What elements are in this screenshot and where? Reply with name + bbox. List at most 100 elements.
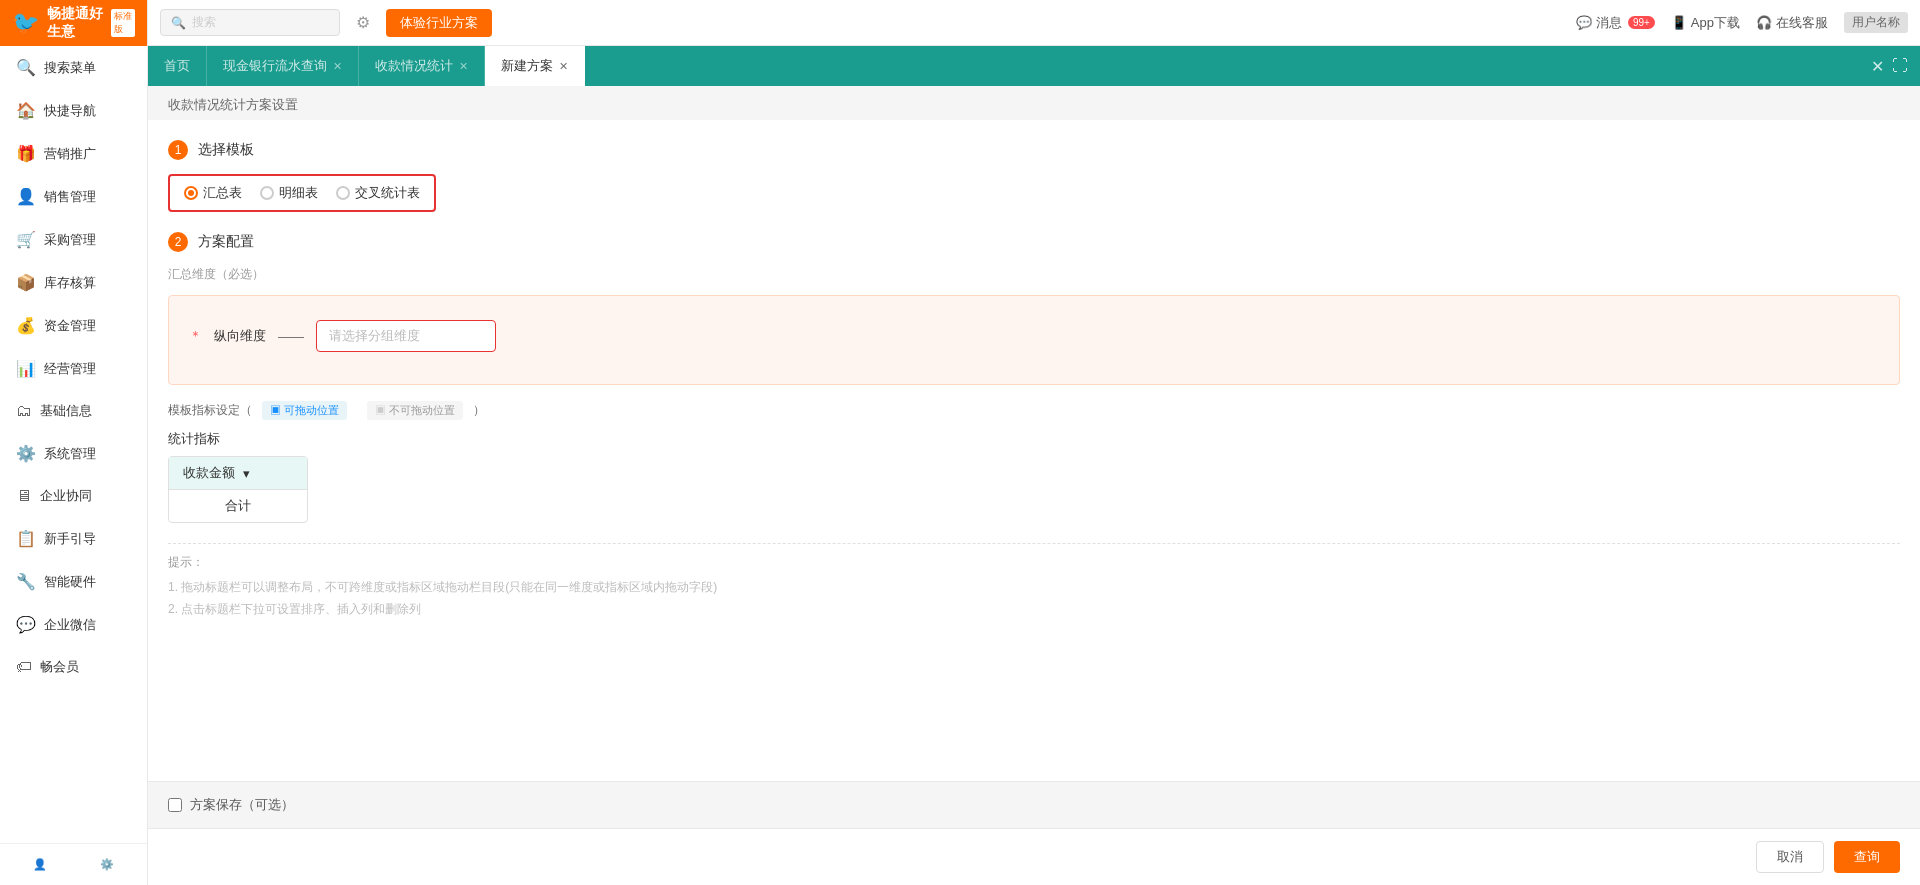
tool-icon: 🔧	[16, 572, 36, 591]
tab-cashflow-close[interactable]: ✕	[333, 60, 342, 73]
dimension-select[interactable]: 请选择分组维度	[316, 320, 496, 352]
step1-title: 选择模板	[198, 141, 254, 159]
message-btn[interactable]: 💬 消息 99+	[1576, 14, 1655, 32]
column-header-chevron[interactable]	[243, 466, 250, 481]
message-badge: 99+	[1628, 16, 1655, 29]
folder-icon: 🗂	[16, 402, 32, 420]
column-header-label: 收款金额	[183, 464, 235, 482]
user-name: 用户名称	[1852, 15, 1900, 29]
settings-icon[interactable]: ⚙	[356, 13, 370, 32]
radio-summary-circle	[184, 186, 198, 200]
stats-label: 统计指标	[168, 430, 1900, 448]
query-button[interactable]: 查询	[1834, 841, 1900, 873]
save-section: 方案保存（可选）	[148, 781, 1920, 828]
sidebar-label-basic: 基础信息	[40, 402, 92, 420]
tab-home[interactable]: 首页	[148, 46, 207, 86]
tab-new-plan-close[interactable]: ✕	[559, 60, 568, 73]
download-icon: 📱	[1671, 15, 1687, 30]
step2-title: 方案配置	[198, 233, 254, 251]
logo-icon: 🐦	[12, 10, 39, 36]
message-label: 消息	[1596, 14, 1622, 32]
sidebar-item-finance[interactable]: 💰 资金管理	[0, 304, 147, 347]
topbar-search-text: 搜索	[192, 14, 216, 31]
box-icon: 📦	[16, 273, 36, 292]
tab-collection-close[interactable]: ✕	[459, 60, 468, 73]
sidebar-item-hardware[interactable]: 🔧 智能硬件	[0, 560, 147, 603]
sidebar-item-marketing[interactable]: 🎁 营销推广	[0, 132, 147, 175]
dimension-select-placeholder: 请选择分组维度	[329, 328, 420, 343]
sidebar-label-system: 系统管理	[44, 445, 96, 463]
tab-collection[interactable]: 收款情况统计 ✕	[359, 46, 485, 86]
tab-cashflow-label: 现金银行流水查询	[223, 57, 327, 75]
sidebar-item-sales[interactable]: 👤 销售管理	[0, 175, 147, 218]
sidebar-item-operation[interactable]: 📊 经营管理	[0, 347, 147, 390]
service-label: 在线客服	[1776, 14, 1828, 32]
gift-icon: 🎁	[16, 144, 36, 163]
tab-home-label: 首页	[164, 57, 190, 75]
cancel-button[interactable]: 取消	[1756, 841, 1824, 873]
radio-detail-circle	[260, 186, 274, 200]
app-download-btn[interactable]: 📱 App下载	[1671, 14, 1740, 32]
draggable-indicator: ▣	[270, 404, 281, 416]
tab-new-plan[interactable]: 新建方案 ✕	[485, 46, 585, 86]
message-icon: 💬	[1576, 15, 1592, 30]
sidebar-bottom-btn2[interactable]: ⚙️	[76, 852, 140, 877]
step2-section: 2 方案配置 汇总维度（必选） ＊ 纵向维度 —— 请选择分组	[168, 232, 1900, 620]
sidebar-item-quick-nav[interactable]: 🏠 快捷导航	[0, 89, 147, 132]
sidebar-label-sales: 销售管理	[44, 188, 96, 206]
tab-cashflow[interactable]: 现金银行流水查询 ✕	[207, 46, 359, 86]
close-all-icon[interactable]: ✕	[1871, 57, 1884, 76]
user-info[interactable]: 用户名称	[1844, 12, 1908, 33]
sidebar-label-inventory: 库存核算	[44, 274, 96, 292]
radio-cross[interactable]: 交叉统计表	[336, 184, 420, 202]
save-checkbox[interactable]	[168, 798, 182, 812]
page-breadcrumb: 收款情况统计方案设置	[148, 86, 1920, 120]
non-draggable-indicator: ▣	[375, 404, 386, 416]
edition-badge: 标准版	[111, 9, 135, 37]
metrics-table-header[interactable]: 收款金额	[169, 457, 307, 490]
topbar-right: 💬 消息 99+ 📱 App下载 🎧 在线客服 用户名称	[1576, 12, 1908, 33]
metrics-header-suffix: ）	[473, 402, 485, 419]
sidebar-label-operation: 经营管理	[44, 360, 96, 378]
metrics-header: 模板指标设定（ ▣ 可拖动位置 ▣ 不可拖动位置 ）	[168, 401, 1900, 420]
cart-icon: 🛒	[16, 230, 36, 249]
sidebar-item-enterprise[interactable]: 🖥 企业协同	[0, 475, 147, 517]
sidebar-item-purchase[interactable]: 🛒 采购管理	[0, 218, 147, 261]
required-mark: ＊	[189, 327, 202, 345]
sidebar-logo: 🐦 畅捷通好生意 标准版	[0, 0, 147, 46]
tabbar-actions: ✕ ⛶	[1859, 46, 1920, 86]
radio-detail-label: 明细表	[279, 184, 318, 202]
screen-icon: 🖥	[16, 487, 32, 505]
dimension-config: 汇总维度（必选） ＊ 纵向维度 —— 请选择分组维度	[168, 266, 1900, 385]
radio-detail[interactable]: 明细表	[260, 184, 318, 202]
sidebar-item-newbie[interactable]: 📋 新手引导	[0, 517, 147, 560]
app-download-label: App下载	[1691, 14, 1740, 32]
non-draggable-badge: ▣ 不可拖动位置	[367, 401, 463, 420]
trial-industry-btn[interactable]: 体验行业方案	[386, 9, 492, 37]
tips-item-1: 1. 拖动标题栏可以调整布局，不可跨维度或指标区域拖动栏目段(只能在同一维度或指…	[168, 577, 1900, 599]
sidebar-item-system[interactable]: ⚙️ 系统管理	[0, 432, 147, 475]
sidebar-item-search[interactable]: 🔍 搜索菜单	[0, 46, 147, 89]
tips-item-2: 2. 点击标题栏下拉可设置排序、插入列和删除列	[168, 599, 1900, 621]
sidebar-item-inventory[interactable]: 📦 库存核算	[0, 261, 147, 304]
metrics-header-label: 模板指标设定（	[168, 402, 252, 419]
wechat-icon: 💬	[16, 615, 36, 634]
sidebar-label-quick-nav: 快捷导航	[44, 102, 96, 120]
expand-icon[interactable]: ⛶	[1892, 57, 1908, 75]
sidebar-item-basic[interactable]: 🗂 基础信息	[0, 390, 147, 432]
money-icon: 💰	[16, 316, 36, 335]
sidebar-label-search: 搜索菜单	[44, 59, 96, 77]
sidebar-bottom-btn1[interactable]: 👤	[8, 852, 72, 877]
online-service-btn[interactable]: 🎧 在线客服	[1756, 14, 1828, 32]
radio-summary[interactable]: 汇总表	[184, 184, 242, 202]
topbar-search-box[interactable]: 🔍 搜索	[160, 9, 340, 36]
dimension-arrow: ——	[278, 329, 304, 344]
metrics-section: 模板指标设定（ ▣ 可拖动位置 ▣ 不可拖动位置 ） 统计指标	[168, 401, 1900, 523]
template-selection: 汇总表 明细表 交叉统计表	[168, 174, 436, 212]
sidebar-item-wechat[interactable]: 💬 企业微信	[0, 603, 147, 646]
sidebar-label-marketing: 营销推广	[44, 145, 96, 163]
sidebar-item-member[interactable]: 🏷 畅会员	[0, 646, 147, 688]
dimension-area: ＊ 纵向维度 —— 请选择分组维度	[168, 295, 1900, 385]
non-draggable-label: 不可拖动位置	[389, 404, 455, 416]
dimension-section-label-text: 汇总维度（必选）	[168, 267, 264, 281]
